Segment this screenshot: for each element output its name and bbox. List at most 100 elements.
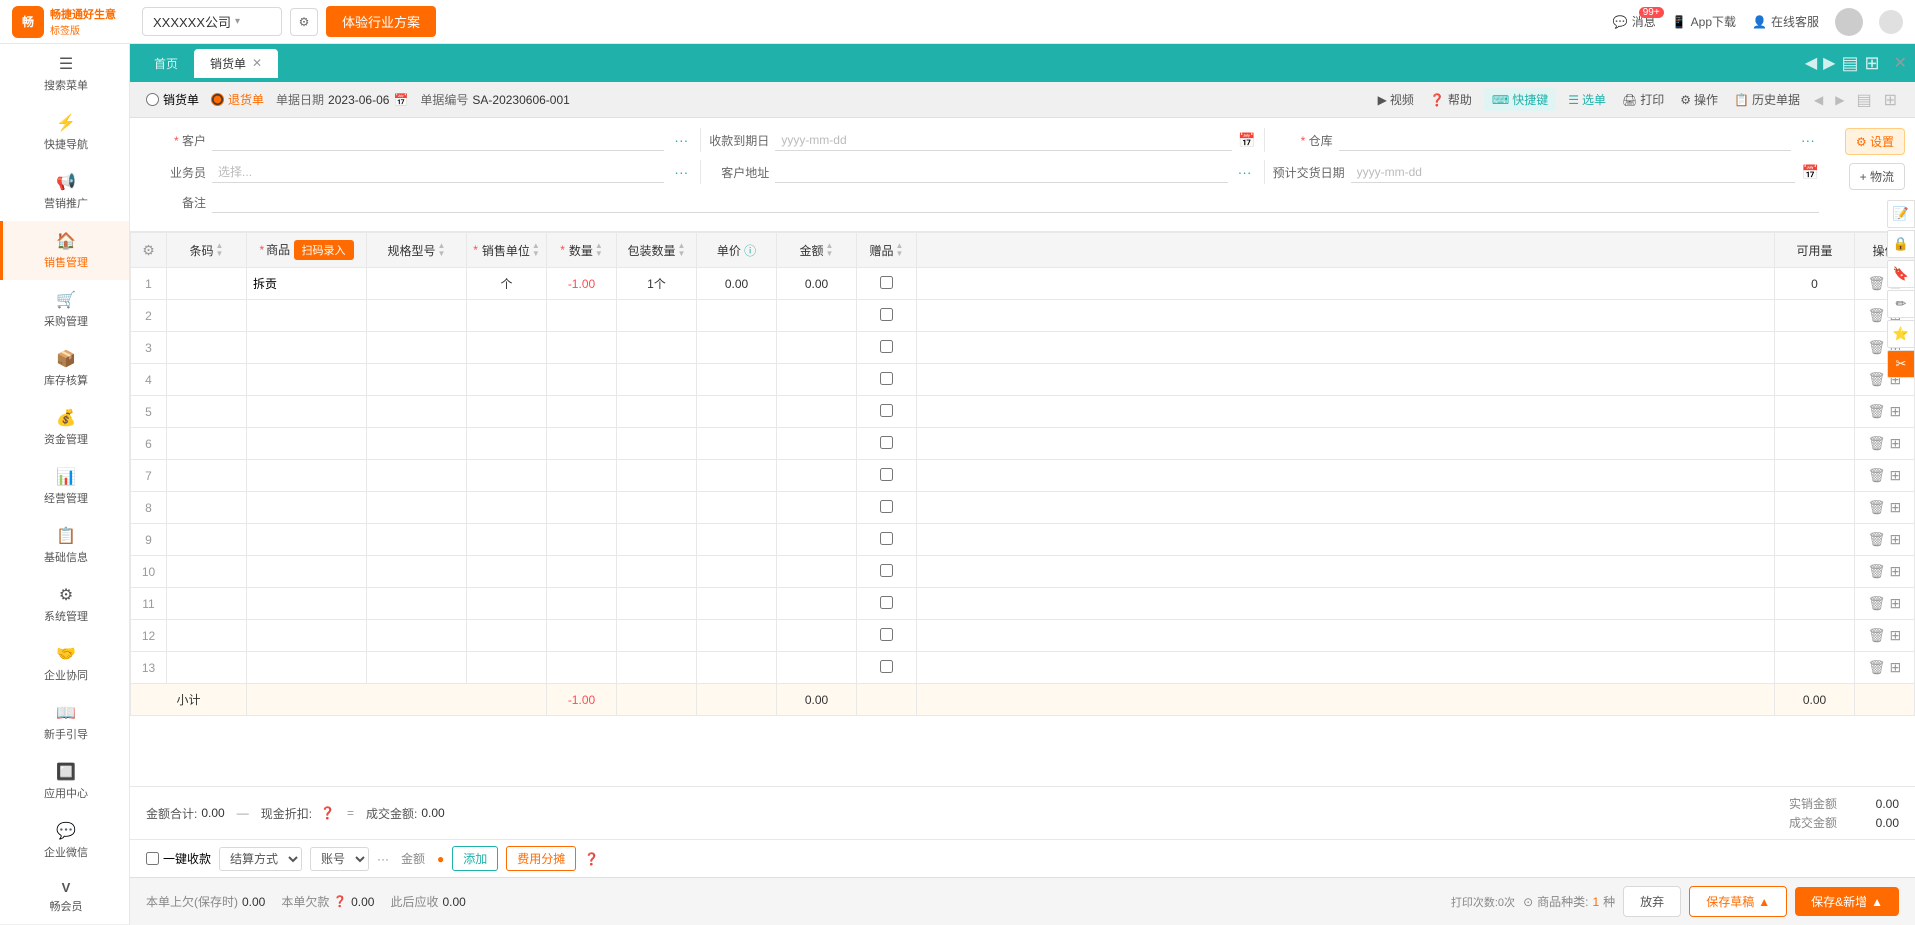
row-amount[interactable] [777,364,857,396]
goods-input[interactable] [253,469,360,483]
tab-next-icon[interactable]: ▶ [1823,53,1835,73]
barcode-input[interactable] [173,309,240,323]
copy-row-icon[interactable]: ⊞ [1890,435,1902,452]
row-amount[interactable] [777,460,857,492]
row-barcode[interactable] [167,268,247,300]
row-spec[interactable] [367,364,467,396]
sidebar-item-inventory[interactable]: 📦 库存核算 [0,339,129,398]
copy-row-icon[interactable]: ⊞ [1890,595,1902,612]
row-goods[interactable] [247,396,367,428]
gift-checkbox[interactable] [880,468,893,481]
save-draft-button[interactable]: 保存草稿 ▲ [1689,886,1787,917]
row-pkg[interactable] [617,364,697,396]
row-qty[interactable] [547,620,617,652]
th-settings[interactable]: ⚙ [131,233,167,268]
row-qty[interactable]: -1.00 [547,268,617,300]
row-unit[interactable] [467,460,547,492]
spec-input[interactable] [373,437,460,451]
row-pkg[interactable] [617,652,697,684]
copy-row-icon[interactable]: ⊞ [1890,467,1902,484]
row-goods[interactable] [247,556,367,588]
row-spec[interactable] [367,428,467,460]
row-price[interactable] [697,588,777,620]
gift-checkbox[interactable] [880,564,893,577]
row-gift[interactable] [857,524,917,556]
row-barcode[interactable] [167,524,247,556]
gift-checkbox[interactable] [880,500,893,513]
row-qty[interactable] [547,428,617,460]
row-qty[interactable] [547,332,617,364]
tab-home[interactable]: 首页 [138,49,194,78]
delete-row-icon[interactable]: 🗑 [1868,563,1886,580]
gift-checkbox[interactable] [880,404,893,417]
row-gift[interactable] [857,300,917,332]
row-spec[interactable] [367,300,467,332]
row-amount[interactable] [777,428,857,460]
spec-input[interactable] [373,277,460,291]
row-unit[interactable] [467,588,547,620]
row-price[interactable] [697,300,777,332]
row-gift[interactable] [857,332,917,364]
row-unit[interactable] [467,364,547,396]
spec-input[interactable] [373,405,460,419]
copy-row-icon[interactable]: ⊞ [1890,659,1902,676]
barcode-input[interactable] [173,565,240,579]
gift-checkbox[interactable] [880,660,893,673]
goods-input[interactable] [253,501,360,515]
barcode-input[interactable] [173,277,240,291]
sidebar-item-quicknav[interactable]: ⚡ 快捷导航 [0,103,129,162]
row-spec[interactable] [367,492,467,524]
row-spec[interactable] [367,396,467,428]
row-pkg[interactable] [617,460,697,492]
quick-collect-input[interactable] [146,852,159,865]
row-goods[interactable] [247,492,367,524]
gift-checkbox[interactable] [880,628,893,641]
row-barcode[interactable] [167,460,247,492]
row-amount[interactable] [777,492,857,524]
row-price[interactable] [697,556,777,588]
customer-address-input[interactable] [775,162,1227,183]
add-icon[interactable]: ● [437,852,444,866]
row-pkg[interactable] [617,300,697,332]
sidebar-item-system[interactable]: ⚙ 系统管理 [0,575,129,634]
barcode-input[interactable] [173,629,240,643]
rf-bookmark-btn[interactable]: 🔖 [1887,260,1915,288]
date-cal-icon[interactable]: 📅 [393,93,408,107]
expense-button[interactable]: 费用分摊 [506,846,576,871]
row-pkg[interactable] [617,588,697,620]
row-gift[interactable] [857,364,917,396]
goods-input[interactable] [253,309,360,323]
gift-checkbox[interactable] [880,276,893,289]
row-unit[interactable] [467,332,547,364]
tab-close-icon[interactable]: ✕ [252,56,262,70]
goods-input[interactable] [253,373,360,387]
row-unit[interactable] [467,652,547,684]
spec-input[interactable] [373,501,460,515]
copy-row-icon[interactable]: ⊞ [1890,627,1902,644]
goods-input[interactable] [253,629,360,643]
row-gift[interactable] [857,460,917,492]
delete-row-icon[interactable]: 🗑 [1868,275,1886,292]
row-spec[interactable] [367,460,467,492]
customer-ellipsis-icon[interactable]: ··· [670,132,692,148]
toolbar-history-btn[interactable]: 📋 历史单据 [1730,89,1804,110]
goods-input[interactable] [253,661,360,675]
barcode-input[interactable] [173,405,240,419]
row-barcode[interactable] [167,652,247,684]
row-qty[interactable] [547,492,617,524]
avatar-secondary[interactable] [1879,10,1903,34]
row-goods[interactable] [247,524,367,556]
rf-star-btn[interactable]: ⭐ [1887,320,1915,348]
trial-button[interactable]: 体验行业方案 [326,6,436,37]
row-spec[interactable] [367,332,467,364]
sidebar-item-management[interactable]: 📊 经营管理 [0,457,129,516]
row-price[interactable] [697,460,777,492]
row-pkg[interactable] [617,556,697,588]
barcode-input[interactable] [173,437,240,451]
copy-row-icon[interactable]: ⊞ [1890,499,1902,516]
row-amount[interactable] [777,396,857,428]
warehouse-input[interactable]: 建材仓 [1339,130,1791,151]
delete-row-icon[interactable]: 🗑 [1868,467,1886,484]
spec-input[interactable] [373,469,460,483]
spec-input[interactable] [373,309,460,323]
